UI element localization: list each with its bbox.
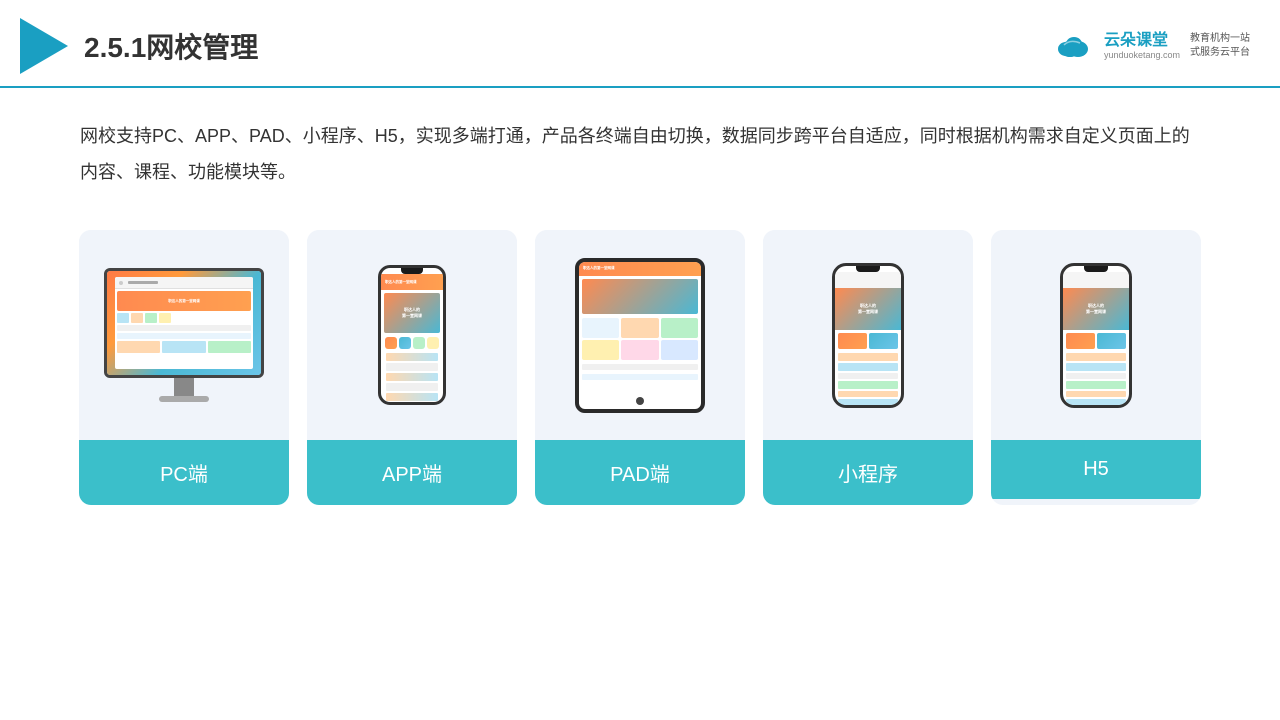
header-left: 2.5.1网校管理 [20, 18, 258, 74]
card-miniprogram-label: 小程序 [763, 440, 973, 505]
card-app-label: APP端 [307, 440, 517, 505]
platform-cards: 职达人的第一堂网课 [0, 200, 1280, 535]
card-app-image: 职达人的第一堂网课 职达人的第一堂网课 [307, 230, 517, 440]
cloud-logo-icon [1052, 31, 1094, 61]
card-pad: 职达人的第一堂网课 [535, 230, 745, 505]
card-h5: 职达人的第一堂网课 [991, 230, 1201, 505]
description-text: 网校支持PC、APP、PAD、小程序、H5，实现多端打通，产品各终端自由切换，数… [0, 88, 1280, 200]
card-pad-image: 职达人的第一堂网课 [535, 230, 745, 440]
card-pc: 职达人的第一堂网课 [79, 230, 289, 505]
pc-monitor-icon: 职达人的第一堂网课 [104, 268, 264, 402]
h5-phone-icon: 职达人的第一堂网课 [1060, 263, 1132, 408]
card-pc-image: 职达人的第一堂网课 [79, 230, 289, 440]
pad-tablet-icon: 职达人的第一堂网课 [575, 258, 705, 413]
app-phone-icon: 职达人的第一堂网课 职达人的第一堂网课 [378, 265, 446, 405]
page-title: 2.5.1网校管理 [84, 26, 258, 66]
page-header: 2.5.1网校管理 云朵课堂 yunduoketang.com 教育机构一站 式… [0, 0, 1280, 88]
card-h5-image: 职达人的第一堂网课 [991, 230, 1201, 440]
brand-url: yunduoketang.com [1104, 50, 1180, 61]
brand-slogan: 教育机构一站 式服务云平台 [1190, 32, 1250, 60]
brand-text: 云朵课堂 yunduoketang.com [1104, 31, 1180, 61]
logo-triangle-icon [20, 18, 68, 74]
card-miniprogram: 职达人的第一堂网课 [763, 230, 973, 505]
card-pc-label: PC端 [79, 440, 289, 505]
brand-logo [1052, 31, 1094, 61]
header-right: 云朵课堂 yunduoketang.com 教育机构一站 式服务云平台 [1052, 31, 1250, 61]
miniprogram-phone-icon: 职达人的第一堂网课 [832, 263, 904, 408]
card-pad-label: PAD端 [535, 440, 745, 505]
card-app: 职达人的第一堂网课 职达人的第一堂网课 [307, 230, 517, 505]
card-miniprogram-image: 职达人的第一堂网课 [763, 230, 973, 440]
card-h5-label: H5 [991, 440, 1201, 499]
brand-name: 云朵课堂 [1104, 31, 1168, 50]
